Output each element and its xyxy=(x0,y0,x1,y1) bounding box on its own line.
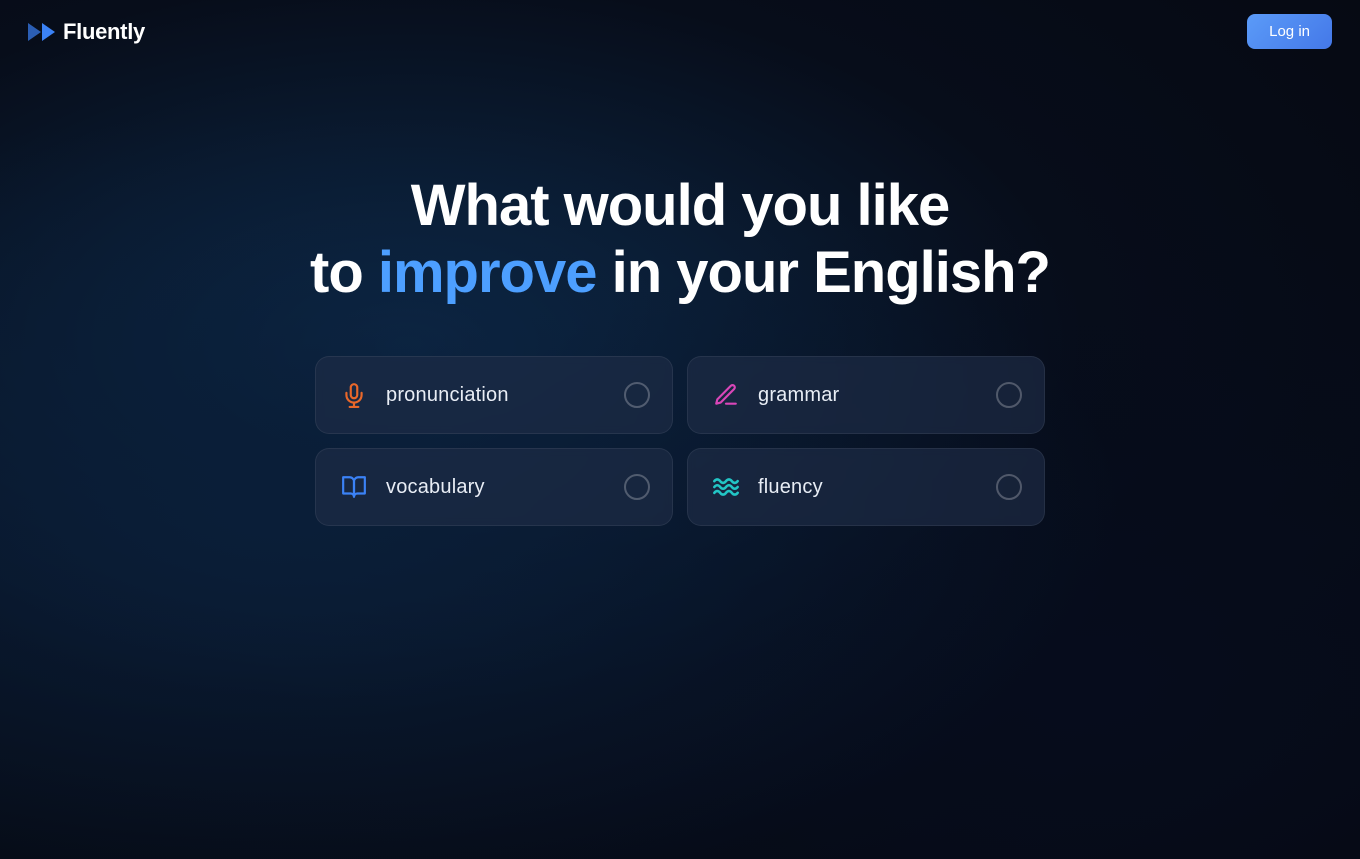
headline-line2: to improve in your English? xyxy=(310,240,1050,307)
book-icon xyxy=(338,471,370,503)
option-vocabulary-label: vocabulary xyxy=(386,476,485,499)
headline: What would you like to improve in your E… xyxy=(310,173,1050,306)
option-pronunciation-left: pronunciation xyxy=(338,379,509,411)
option-fluency-label: fluency xyxy=(758,476,823,499)
option-fluency-left: fluency xyxy=(710,471,823,503)
option-pronunciation-label: pronunciation xyxy=(386,384,509,407)
option-grammar[interactable]: grammar xyxy=(687,356,1045,434)
logo-text: Fluently xyxy=(63,19,145,45)
options-grid: pronunciation grammar xyxy=(315,356,1045,526)
option-grammar-label: grammar xyxy=(758,384,839,407)
chevron-right-icon xyxy=(42,23,55,41)
logo: Fluently xyxy=(28,19,145,45)
waves-icon xyxy=(710,471,742,503)
option-fluency-radio[interactable] xyxy=(996,474,1022,500)
option-vocabulary-radio[interactable] xyxy=(624,474,650,500)
option-pronunciation[interactable]: pronunciation xyxy=(315,356,673,434)
option-vocabulary-left: vocabulary xyxy=(338,471,485,503)
option-grammar-left: grammar xyxy=(710,379,839,411)
chevron-left-icon xyxy=(28,23,41,41)
headline-line2-before: to xyxy=(310,240,378,305)
login-button[interactable]: Log in xyxy=(1247,14,1332,49)
navbar: Fluently Log in xyxy=(0,0,1360,63)
main-content: What would you like to improve in your E… xyxy=(0,63,1360,526)
pencil-icon xyxy=(710,379,742,411)
logo-icon xyxy=(28,23,55,41)
option-grammar-radio[interactable] xyxy=(996,382,1022,408)
microphone-icon xyxy=(338,379,370,411)
headline-line1: What would you like xyxy=(411,173,949,238)
option-vocabulary[interactable]: vocabulary xyxy=(315,448,673,526)
headline-improve: improve xyxy=(378,240,597,305)
option-fluency[interactable]: fluency xyxy=(687,448,1045,526)
option-pronunciation-radio[interactable] xyxy=(624,382,650,408)
headline-line2-after: in your English? xyxy=(597,240,1050,305)
